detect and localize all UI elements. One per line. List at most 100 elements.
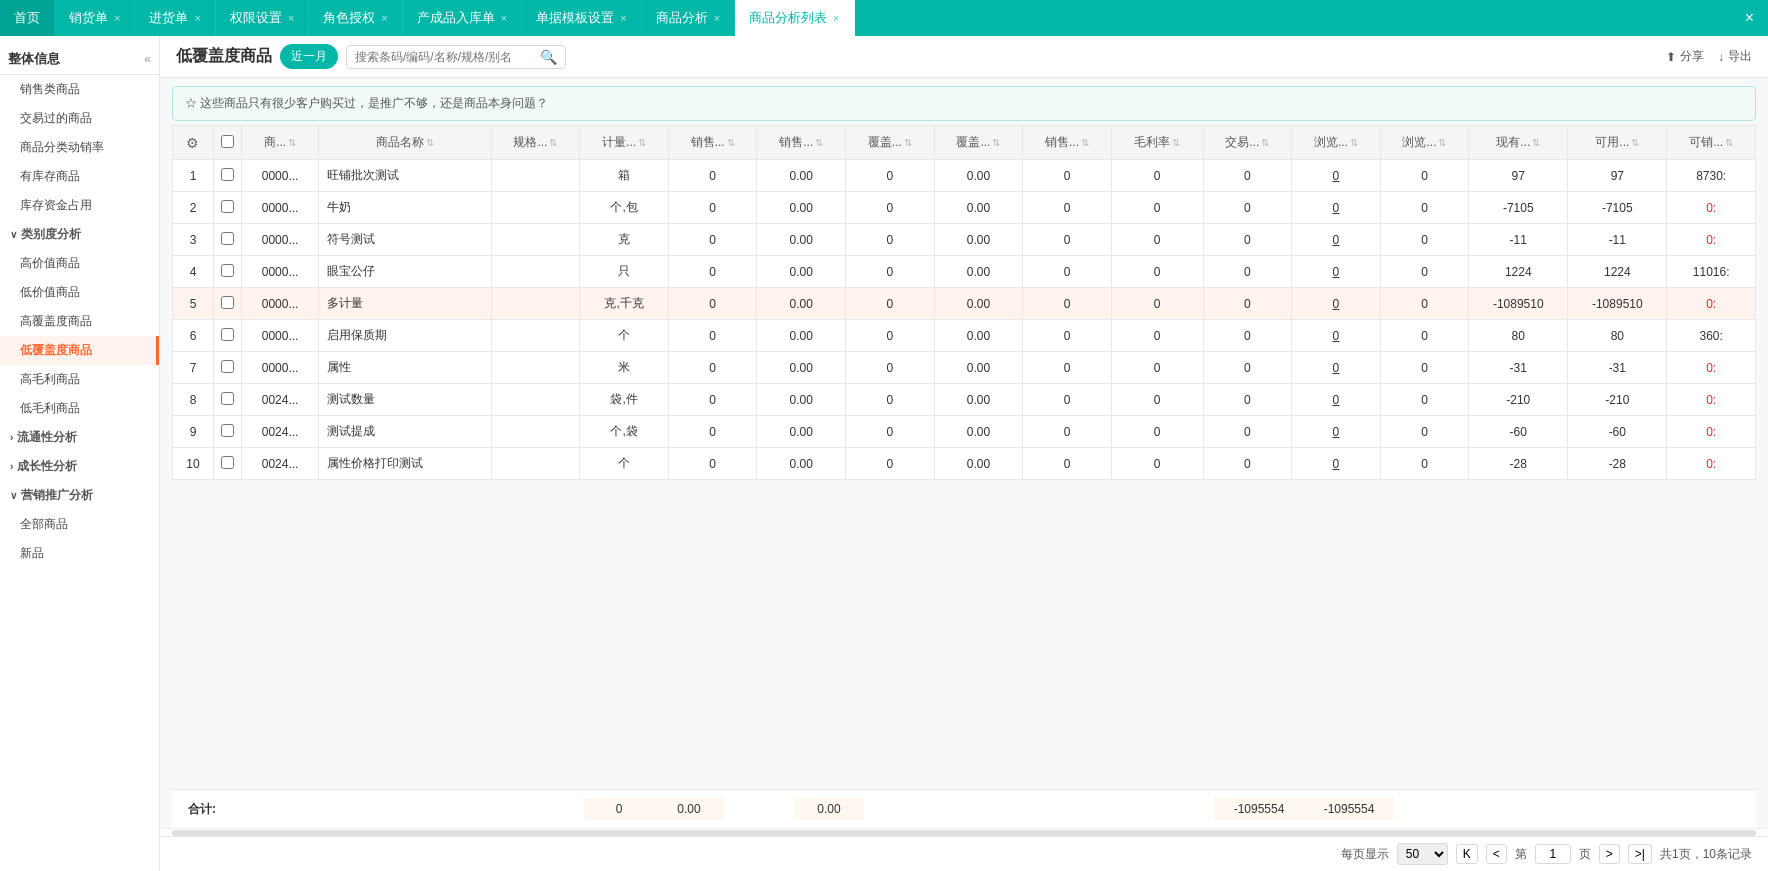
row-checkbox[interactable] — [221, 456, 234, 469]
sidebar-item-low-profit[interactable]: 低毛利商品 — [0, 394, 159, 423]
gear-icon[interactable]: ⚙ — [186, 135, 199, 151]
row-checkbox-cell[interactable] — [213, 288, 241, 320]
prev-page-button[interactable]: < — [1486, 844, 1507, 864]
close-icon[interactable]: × — [114, 12, 120, 24]
sidebar-section-header-marketing[interactable]: ∨ 营销推广分析 — [0, 481, 159, 510]
column-name[interactable]: 商品名称⇅ — [319, 126, 491, 160]
search-icon[interactable]: 🔍 — [540, 49, 557, 65]
nav-role-auth[interactable]: 角色授权 × — [309, 0, 402, 36]
close-icon[interactable]: × — [714, 12, 720, 24]
sidebar-item-high-value[interactable]: 高价值商品 — [0, 249, 159, 278]
row-view1[interactable]: 0 — [1292, 224, 1381, 256]
row-view1[interactable]: 0 — [1292, 384, 1381, 416]
column-cover2[interactable]: 覆盖...⇅ — [934, 126, 1023, 160]
export-button[interactable]: ↓ 导出 — [1718, 48, 1752, 65]
row-view1[interactable]: 0 — [1292, 320, 1381, 352]
column-unit[interactable]: 计量...⇅ — [580, 126, 669, 160]
nav-home[interactable]: 首页 — [0, 0, 55, 36]
row-checkbox[interactable] — [221, 392, 234, 405]
sidebar-item-capital[interactable]: 库存资金占用 — [0, 191, 159, 220]
row-view1[interactable]: 0 — [1292, 160, 1381, 192]
nav-product-analysis-list[interactable]: 商品分析列表 × — [735, 0, 854, 36]
nav-sales-order[interactable]: 销货单 × — [55, 0, 135, 36]
nav-template-settings[interactable]: 单据模板设置 × — [522, 0, 641, 36]
close-icon[interactable]: × — [833, 12, 839, 24]
nav-permissions[interactable]: 权限设置 × — [216, 0, 309, 36]
data-table-wrapper[interactable]: ⚙ 商...⇅ 商品名称⇅ 规格...⇅ 计量...⇅ 销售...⇅ 销售...… — [172, 125, 1756, 785]
last-page-button[interactable]: >| — [1628, 844, 1652, 864]
close-icon[interactable]: × — [381, 12, 387, 24]
row-view1[interactable]: 0 — [1292, 256, 1381, 288]
row-checkbox-cell[interactable] — [213, 192, 241, 224]
row-checkbox[interactable] — [221, 328, 234, 341]
column-cover1[interactable]: 覆盖...⇅ — [846, 126, 935, 160]
sidebar-item-high-profit[interactable]: 高毛利商品 — [0, 365, 159, 394]
column-view1[interactable]: 浏览...⇅ — [1292, 126, 1381, 160]
column-view2[interactable]: 浏览...⇅ — [1380, 126, 1469, 160]
sidebar-item-high-coverage[interactable]: 高覆盖度商品 — [0, 307, 159, 336]
sidebar-section-header-growth[interactable]: › 成长性分析 — [0, 452, 159, 481]
row-view1[interactable]: 0 — [1292, 288, 1381, 320]
column-current-stock[interactable]: 现有...⇅ — [1469, 126, 1568, 160]
sidebar-item-new-goods[interactable]: 新品 — [0, 539, 159, 568]
row-checkbox-cell[interactable] — [213, 448, 241, 480]
close-icon[interactable]: × — [194, 12, 200, 24]
row-view1[interactable]: 0 — [1292, 352, 1381, 384]
close-icon[interactable]: × — [501, 12, 507, 24]
row-checkbox[interactable] — [221, 360, 234, 373]
sidebar-collapse-button[interactable]: « — [144, 52, 151, 66]
row-checkbox[interactable] — [221, 424, 234, 437]
select-all-checkbox[interactable] — [221, 135, 234, 148]
page-number-input[interactable] — [1535, 844, 1571, 864]
column-select-all[interactable] — [213, 126, 241, 160]
window-close-button[interactable]: × — [1731, 9, 1768, 27]
first-page-button[interactable]: K — [1456, 844, 1478, 864]
column-sales-amt[interactable]: 销售...⇅ — [757, 126, 846, 160]
sidebar-section-header-liquidity[interactable]: › 流通性分析 — [0, 423, 159, 452]
nav-purchase-order[interactable]: 进货单 × — [135, 0, 215, 36]
row-checkbox[interactable] — [221, 264, 234, 277]
column-profit-rate[interactable]: 毛利率⇅ — [1111, 126, 1203, 160]
column-sales3[interactable]: 销售...⇅ — [1023, 126, 1112, 160]
row-name: 测试提成 — [319, 416, 491, 448]
next-page-button[interactable]: > — [1599, 844, 1620, 864]
filter-period-button[interactable]: 近一月 — [280, 44, 338, 69]
row-checkbox-cell[interactable] — [213, 224, 241, 256]
row-checkbox-cell[interactable] — [213, 160, 241, 192]
sidebar-item-traded-goods[interactable]: 交易过的商品 — [0, 104, 159, 133]
sidebar-item-sales-goods[interactable]: 销售类商品 — [0, 75, 159, 104]
column-sales-qty[interactable]: 销售...⇅ — [668, 126, 757, 160]
row-checkbox[interactable] — [221, 168, 234, 181]
column-gear[interactable]: ⚙ — [173, 126, 214, 160]
row-checkbox-cell[interactable] — [213, 416, 241, 448]
close-icon[interactable]: × — [288, 12, 294, 24]
sidebar-item-low-coverage[interactable]: 低覆盖度商品 — [0, 336, 159, 365]
sidebar-item-all-goods[interactable]: 全部商品 — [0, 510, 159, 539]
share-button[interactable]: ⬆ 分享 — [1666, 48, 1704, 65]
row-checkbox-cell[interactable] — [213, 256, 241, 288]
row-view1[interactable]: 0 — [1292, 448, 1381, 480]
column-trade[interactable]: 交易...⇅ — [1203, 126, 1292, 160]
row-view1[interactable]: 0 — [1292, 416, 1381, 448]
page-size-label: 每页显示 — [1341, 846, 1389, 863]
sidebar-item-category-rate[interactable]: 商品分类动销率 — [0, 133, 159, 162]
row-checkbox[interactable] — [221, 232, 234, 245]
row-checkbox-cell[interactable] — [213, 384, 241, 416]
nav-product-inbound[interactable]: 产成品入库单 × — [403, 0, 522, 36]
row-view1[interactable]: 0 — [1292, 192, 1381, 224]
row-checkbox-cell[interactable] — [213, 352, 241, 384]
search-input[interactable] — [355, 50, 540, 64]
column-saleable[interactable]: 可销...⇅ — [1667, 126, 1756, 160]
column-code[interactable]: 商...⇅ — [241, 126, 318, 160]
sidebar-item-in-stock[interactable]: 有库存商品 — [0, 162, 159, 191]
sidebar-item-low-value[interactable]: 低价值商品 — [0, 278, 159, 307]
row-checkbox[interactable] — [221, 200, 234, 213]
row-checkbox[interactable] — [221, 296, 234, 309]
row-checkbox-cell[interactable] — [213, 320, 241, 352]
close-icon[interactable]: × — [620, 12, 626, 24]
sidebar-section-header-category[interactable]: ∨ 类别度分析 — [0, 220, 159, 249]
nav-product-analysis[interactable]: 商品分析 × — [642, 0, 735, 36]
column-available-stock[interactable]: 可用...⇅ — [1568, 126, 1667, 160]
page-size-select[interactable]: 50 100 200 — [1397, 843, 1448, 865]
column-spec[interactable]: 规格...⇅ — [491, 126, 580, 160]
